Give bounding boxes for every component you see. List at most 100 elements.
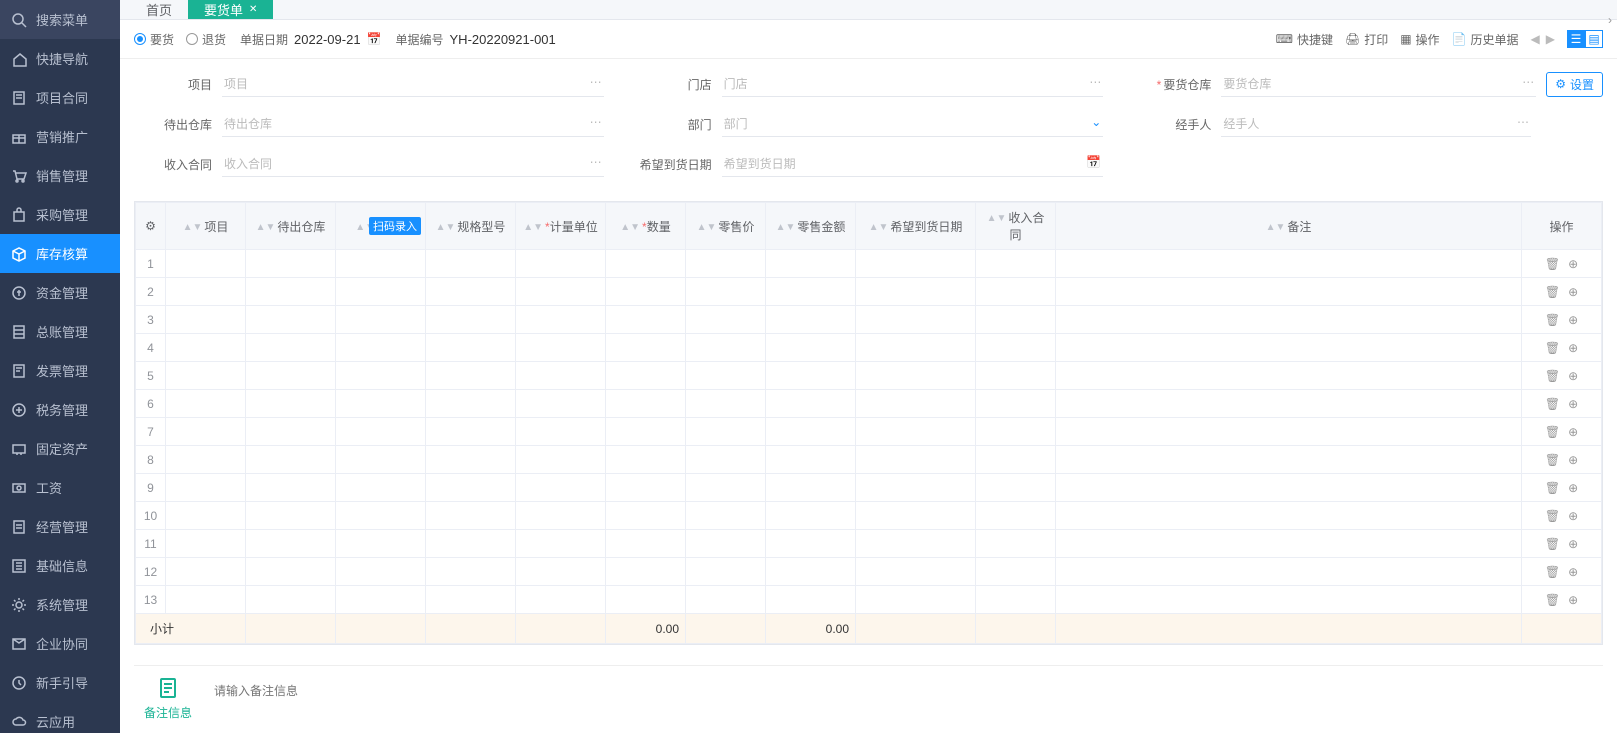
cell[interactable] (426, 558, 516, 586)
cell[interactable] (246, 390, 336, 418)
cell[interactable] (1056, 558, 1522, 586)
cell[interactable] (856, 362, 976, 390)
add-icon[interactable]: ⊕ (1568, 453, 1578, 467)
cell[interactable] (766, 362, 856, 390)
sidebar-item-4[interactable]: 销售管理 (0, 156, 120, 195)
sidebar-item-11[interactable]: 固定资产 (0, 429, 120, 468)
cell[interactable] (856, 306, 976, 334)
cell[interactable] (426, 502, 516, 530)
table-row[interactable]: 1🗑⊕ (136, 250, 1602, 278)
cell[interactable] (766, 418, 856, 446)
cell[interactable] (1056, 418, 1522, 446)
cell[interactable] (336, 278, 426, 306)
table-row[interactable]: 10🗑⊕ (136, 502, 1602, 530)
cell[interactable] (976, 306, 1056, 334)
cell[interactable] (246, 334, 336, 362)
cell[interactable] (166, 390, 246, 418)
add-icon[interactable]: ⊕ (1568, 257, 1578, 271)
cell[interactable] (246, 586, 336, 614)
cell[interactable] (166, 418, 246, 446)
more-icon[interactable]: ⋯ (1522, 75, 1534, 89)
cell[interactable] (976, 250, 1056, 278)
delete-icon[interactable]: 🗑 (1545, 257, 1560, 271)
add-icon[interactable]: ⊕ (1568, 285, 1578, 299)
cell[interactable] (606, 278, 686, 306)
history-button[interactable]: 📄 历史单据 (1452, 31, 1519, 48)
cell[interactable] (246, 530, 336, 558)
table-row[interactable]: 7🗑⊕ (136, 418, 1602, 446)
delete-icon[interactable]: 🗑 (1545, 425, 1560, 439)
store-input[interactable]: 门店⋯ (722, 71, 1104, 97)
add-icon[interactable]: ⊕ (1568, 509, 1578, 523)
cell[interactable] (246, 418, 336, 446)
calendar-icon[interactable]: 📅 (367, 32, 382, 46)
cell[interactable] (516, 334, 606, 362)
col-unit[interactable]: ▲▼*计量单位 (516, 203, 606, 250)
cell[interactable] (246, 306, 336, 334)
cell[interactable] (606, 390, 686, 418)
cell[interactable] (606, 306, 686, 334)
cell[interactable] (686, 502, 766, 530)
cell[interactable] (336, 362, 426, 390)
cell[interactable] (856, 502, 976, 530)
cell[interactable] (246, 558, 336, 586)
more-icon[interactable]: ⋯ (590, 115, 602, 129)
cell[interactable] (976, 418, 1056, 446)
cell[interactable] (856, 474, 976, 502)
cell[interactable] (426, 418, 516, 446)
cell[interactable] (426, 278, 516, 306)
add-icon[interactable]: ⊕ (1568, 537, 1578, 551)
cell[interactable] (516, 306, 606, 334)
cell[interactable] (426, 362, 516, 390)
sidebar-item-15[interactable]: 系统管理 (0, 585, 120, 624)
cell[interactable] (1056, 530, 1522, 558)
cell[interactable] (1056, 446, 1522, 474)
table-row[interactable]: 11🗑⊕ (136, 530, 1602, 558)
cell[interactable] (426, 250, 516, 278)
table-settings-header[interactable]: ⚙ (136, 203, 166, 250)
col-qty[interactable]: ▲▼*数量 (606, 203, 686, 250)
shortcut-button[interactable]: ⌨ 快捷键 (1276, 31, 1333, 48)
cell[interactable] (766, 558, 856, 586)
col-product[interactable]: ▲▼*商品扫码录入 (336, 203, 426, 250)
cell[interactable] (166, 306, 246, 334)
col-price[interactable]: ▲▼零售价 (686, 203, 766, 250)
cell[interactable] (336, 334, 426, 362)
cell[interactable] (516, 418, 606, 446)
add-icon[interactable]: ⊕ (1568, 481, 1578, 495)
sidebar-item-9[interactable]: 发票管理 (0, 351, 120, 390)
cell[interactable] (856, 250, 976, 278)
table-row[interactable]: 9🗑⊕ (136, 474, 1602, 502)
radio-request[interactable]: 要货 (134, 31, 174, 48)
sidebar-item-2[interactable]: 项目合同 (0, 78, 120, 117)
cell[interactable] (606, 446, 686, 474)
cell[interactable] (766, 502, 856, 530)
cell[interactable] (336, 502, 426, 530)
project-input[interactable]: 项目⋯ (222, 71, 604, 97)
delete-icon[interactable]: 🗑 (1545, 285, 1560, 299)
cell[interactable] (516, 558, 606, 586)
cell[interactable] (426, 390, 516, 418)
cell[interactable] (686, 278, 766, 306)
income-contract-input[interactable]: 收入合同⋯ (222, 151, 604, 177)
cell[interactable] (686, 558, 766, 586)
cell[interactable] (686, 334, 766, 362)
add-icon[interactable]: ⊕ (1568, 369, 1578, 383)
col-project[interactable]: ▲▼项目 (166, 203, 246, 250)
chevron-down-icon[interactable]: ⌄ (1091, 115, 1101, 129)
cell[interactable] (166, 530, 246, 558)
cell[interactable] (766, 278, 856, 306)
calendar-icon[interactable]: 📅 (1086, 155, 1101, 169)
cell[interactable] (976, 502, 1056, 530)
cell[interactable] (426, 306, 516, 334)
operate-button[interactable]: ▦ 操作 (1400, 31, 1439, 48)
cell[interactable] (336, 474, 426, 502)
cell[interactable] (686, 250, 766, 278)
col-remark[interactable]: ▲▼备注 (1056, 203, 1522, 250)
cell[interactable] (1056, 362, 1522, 390)
delete-icon[interactable]: 🗑 (1545, 481, 1560, 495)
cell[interactable] (606, 334, 686, 362)
cell[interactable] (516, 250, 606, 278)
wish-date-input[interactable]: 希望到货日期📅 (722, 151, 1104, 177)
cell[interactable] (606, 530, 686, 558)
